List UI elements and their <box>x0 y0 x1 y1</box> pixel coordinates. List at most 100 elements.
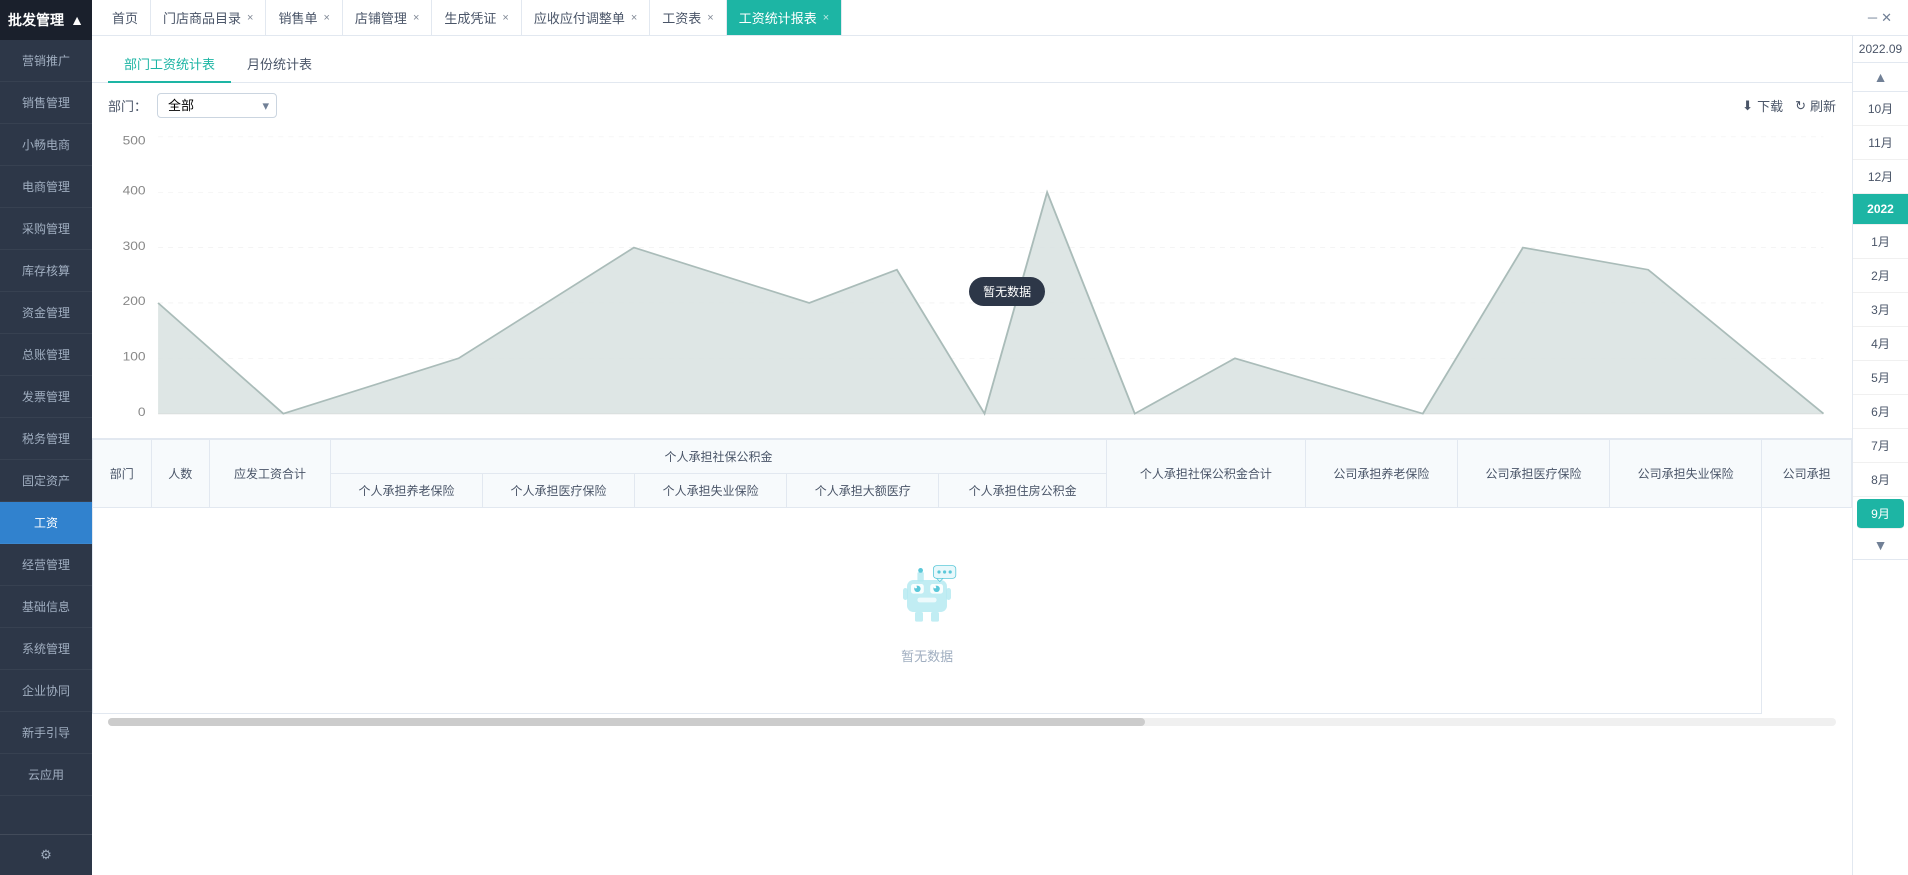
close-icon: ✕ <box>1881 10 1892 26</box>
cal-year-2022[interactable]: 2022 <box>1853 194 1908 225</box>
cal-month-8[interactable]: 8月 <box>1853 463 1908 497</box>
sub-tab-月份统计表[interactable]: 月份统计表 <box>231 46 328 83</box>
toolbar: 部门： 全部销售部财务部人事部技术部 ⬇ 下载 ↻ 刷新 <box>92 83 1852 128</box>
refresh-button[interactable]: ↻ 刷新 <box>1795 96 1836 115</box>
chart-no-data-tooltip: 暂无数据 <box>969 277 1045 306</box>
cal-month-3[interactable]: 3月 <box>1853 293 1908 327</box>
dept-label: 部门： <box>108 96 147 115</box>
tab-close-icon[interactable]: × <box>707 12 713 24</box>
chart-area: 0 100 200 300 400 500 <box>92 128 1852 438</box>
tab-工资统计报表[interactable]: 工资统计报表 × <box>727 0 842 35</box>
dept-select-wrapper: 全部销售部财务部人事部技术部 <box>157 93 277 118</box>
dept-filter: 部门： 全部销售部财务部人事部技术部 <box>108 93 277 118</box>
tab-门店商品目录[interactable]: 门店商品目录× <box>151 0 266 35</box>
tab-label: 生成凭证 <box>444 8 496 27</box>
calendar-down-nav[interactable]: ▼ <box>1853 531 1908 560</box>
col-company-other: 公司承担 <box>1762 440 1852 508</box>
horizontal-scrollbar[interactable] <box>108 718 1145 726</box>
cal-month-5[interactable]: 5月 <box>1853 361 1908 395</box>
cal-month-9[interactable]: 9月 <box>1857 499 1904 529</box>
col-dept: 部门 <box>93 440 152 508</box>
sidebar-header[interactable]: 批发管理 ▲ <box>0 0 92 40</box>
sub-tab-部门工资统计表[interactable]: 部门工资统计表 <box>108 46 231 83</box>
tab-销售单[interactable]: 销售单 × <box>266 0 342 35</box>
col-group-personal-social: 个人承担社保公积金 <box>330 440 1106 474</box>
tab-店铺管理[interactable]: 店铺管理× <box>343 0 432 35</box>
tab-close-icon[interactable]: × <box>413 12 419 24</box>
cal-month-4[interactable]: 4月 <box>1853 327 1908 361</box>
sidebar: 批发管理 ▲ 营销推广销售管理小畅电商电商管理采购管理库存核算资金管理总账管理发… <box>0 0 92 875</box>
cal-month-7[interactable]: 7月 <box>1853 429 1908 463</box>
tab-label: 应收应付调整单 <box>534 8 625 27</box>
sidebar-item-企业协同[interactable]: 企业协同 <box>0 670 92 712</box>
col-personal-total: 个人承担社保公积金合计 <box>1106 440 1305 508</box>
sidebar-item-总账管理[interactable]: 总账管理 <box>0 334 92 376</box>
sidebar-items: 营销推广销售管理小畅电商电商管理采购管理库存核算资金管理总账管理发票管理税务管理… <box>0 40 92 796</box>
col-company-unemployment: 公司承担失业保险 <box>1610 440 1762 508</box>
sub-tabs: 部门工资统计表月份统计表 <box>92 36 1852 83</box>
cal-month-2[interactable]: 2月 <box>1853 259 1908 293</box>
sidebar-item-销售管理[interactable]: 销售管理 <box>0 82 92 124</box>
sidebar-footer[interactable]: ⚙ <box>0 834 92 875</box>
sidebar-item-小畅电商[interactable]: 小畅电商 <box>0 124 92 166</box>
content-area: 部门工资统计表月份统计表 部门： 全部销售部财务部人事部技术部 ⬇ 下载 <box>92 36 1908 875</box>
tab-工资表[interactable]: 工资表 × <box>650 0 726 35</box>
refresh-label: 刷新 <box>1810 96 1836 115</box>
sidebar-item-经营管理[interactable]: 经营管理 <box>0 544 92 586</box>
minimize-icon: ─ <box>1868 10 1877 25</box>
col-personal-pension: 个人承担养老保险 <box>330 474 482 508</box>
tab-label: 销售单 <box>278 8 317 27</box>
col-personal-big-medical: 个人承担大额医疗 <box>787 474 939 508</box>
sidebar-item-税务管理[interactable]: 税务管理 <box>0 418 92 460</box>
sidebar-item-营销推广[interactable]: 营销推广 <box>0 40 92 82</box>
cal-month-10[interactable]: 10月 <box>1853 92 1908 126</box>
dept-select[interactable]: 全部销售部财务部人事部技术部 <box>157 93 277 118</box>
table-empty-row: 暂无数据 <box>93 508 1762 714</box>
tab-close-icon[interactable]: × <box>631 12 637 24</box>
svg-text:300: 300 <box>123 239 146 253</box>
cal-month-11[interactable]: 11月 <box>1853 126 1908 160</box>
download-button[interactable]: ⬇ 下载 <box>1742 96 1783 115</box>
sidebar-item-基础信息[interactable]: 基础信息 <box>0 586 92 628</box>
tab-应收应付调整单[interactable]: 应收应付调整单 × <box>522 0 650 35</box>
calendar-up-nav[interactable]: ▲ <box>1853 63 1908 92</box>
sidebar-item-库存核算[interactable]: 库存核算 <box>0 250 92 292</box>
calendar-current-date: 2022.09 <box>1859 42 1902 56</box>
svg-text:100: 100 <box>123 349 146 363</box>
cal-month-12[interactable]: 12月 <box>1853 160 1908 194</box>
toolbar-actions: ⬇ 下载 ↻ 刷新 <box>1742 96 1836 115</box>
cal-month-1[interactable]: 1月 <box>1853 225 1908 259</box>
window-close-button[interactable]: ─ ✕ <box>1860 10 1900 26</box>
sidebar-item-新手引导[interactable]: 新手引导 <box>0 712 92 754</box>
col-company-pension: 公司承担养老保险 <box>1305 440 1457 508</box>
tab-首页[interactable]: 首页 <box>100 0 151 35</box>
sidebar-item-系统管理[interactable]: 系统管理 <box>0 628 92 670</box>
sidebar-item-云应用[interactable]: 云应用 <box>0 754 92 796</box>
chart-no-data-label: 暂无数据 <box>983 285 1031 299</box>
tab-label: 工资表 <box>662 8 701 27</box>
sidebar-item-固定资产[interactable]: 固定资产 <box>0 460 92 502</box>
cal-month-6[interactable]: 6月 <box>1853 395 1908 429</box>
main-content: 首页门店商品目录×销售单×店铺管理×生成凭证×应收应付调整单×工资表×工资统计报… <box>92 0 1908 875</box>
page-body: 部门工资统计表月份统计表 部门： 全部销售部财务部人事部技术部 ⬇ 下载 <box>92 36 1852 875</box>
tab-生成凭证[interactable]: 生成凭证 × <box>432 0 521 35</box>
sidebar-item-电商管理[interactable]: 电商管理 <box>0 166 92 208</box>
tab-close-icon[interactable]: × <box>502 12 508 24</box>
col-company-medical: 公司承担医疗保险 <box>1457 440 1609 508</box>
svg-text:400: 400 <box>123 183 146 197</box>
tab-label: 工资统计报表 <box>739 8 817 27</box>
tab-bar: 首页门店商品目录×销售单×店铺管理×生成凭证×应收应付调整单×工资表×工资统计报… <box>92 0 1908 36</box>
tab-close-icon[interactable]: × <box>247 12 253 24</box>
tab-close-icon[interactable]: × <box>823 12 829 24</box>
sidebar-collapse-icon: ▲ <box>70 12 84 28</box>
sidebar-item-采购管理[interactable]: 采购管理 <box>0 208 92 250</box>
sidebar-item-发票管理[interactable]: 发票管理 <box>0 376 92 418</box>
tab-label: 首页 <box>112 8 138 27</box>
tab-close-icon[interactable]: × <box>323 12 329 24</box>
sidebar-item-工资[interactable]: 工资 <box>0 502 92 544</box>
refresh-icon: ↻ <box>1795 98 1806 114</box>
gear-icon: ⚙ <box>40 847 52 862</box>
table-area[interactable]: 部门 人数 应发工资合计 个人承担社保公积金 个人承担社保公积金合计 公司承担养… <box>92 438 1852 875</box>
sidebar-item-资金管理[interactable]: 资金管理 <box>0 292 92 334</box>
data-table: 部门 人数 应发工资合计 个人承担社保公积金 个人承担社保公积金合计 公司承担养… <box>92 439 1852 714</box>
